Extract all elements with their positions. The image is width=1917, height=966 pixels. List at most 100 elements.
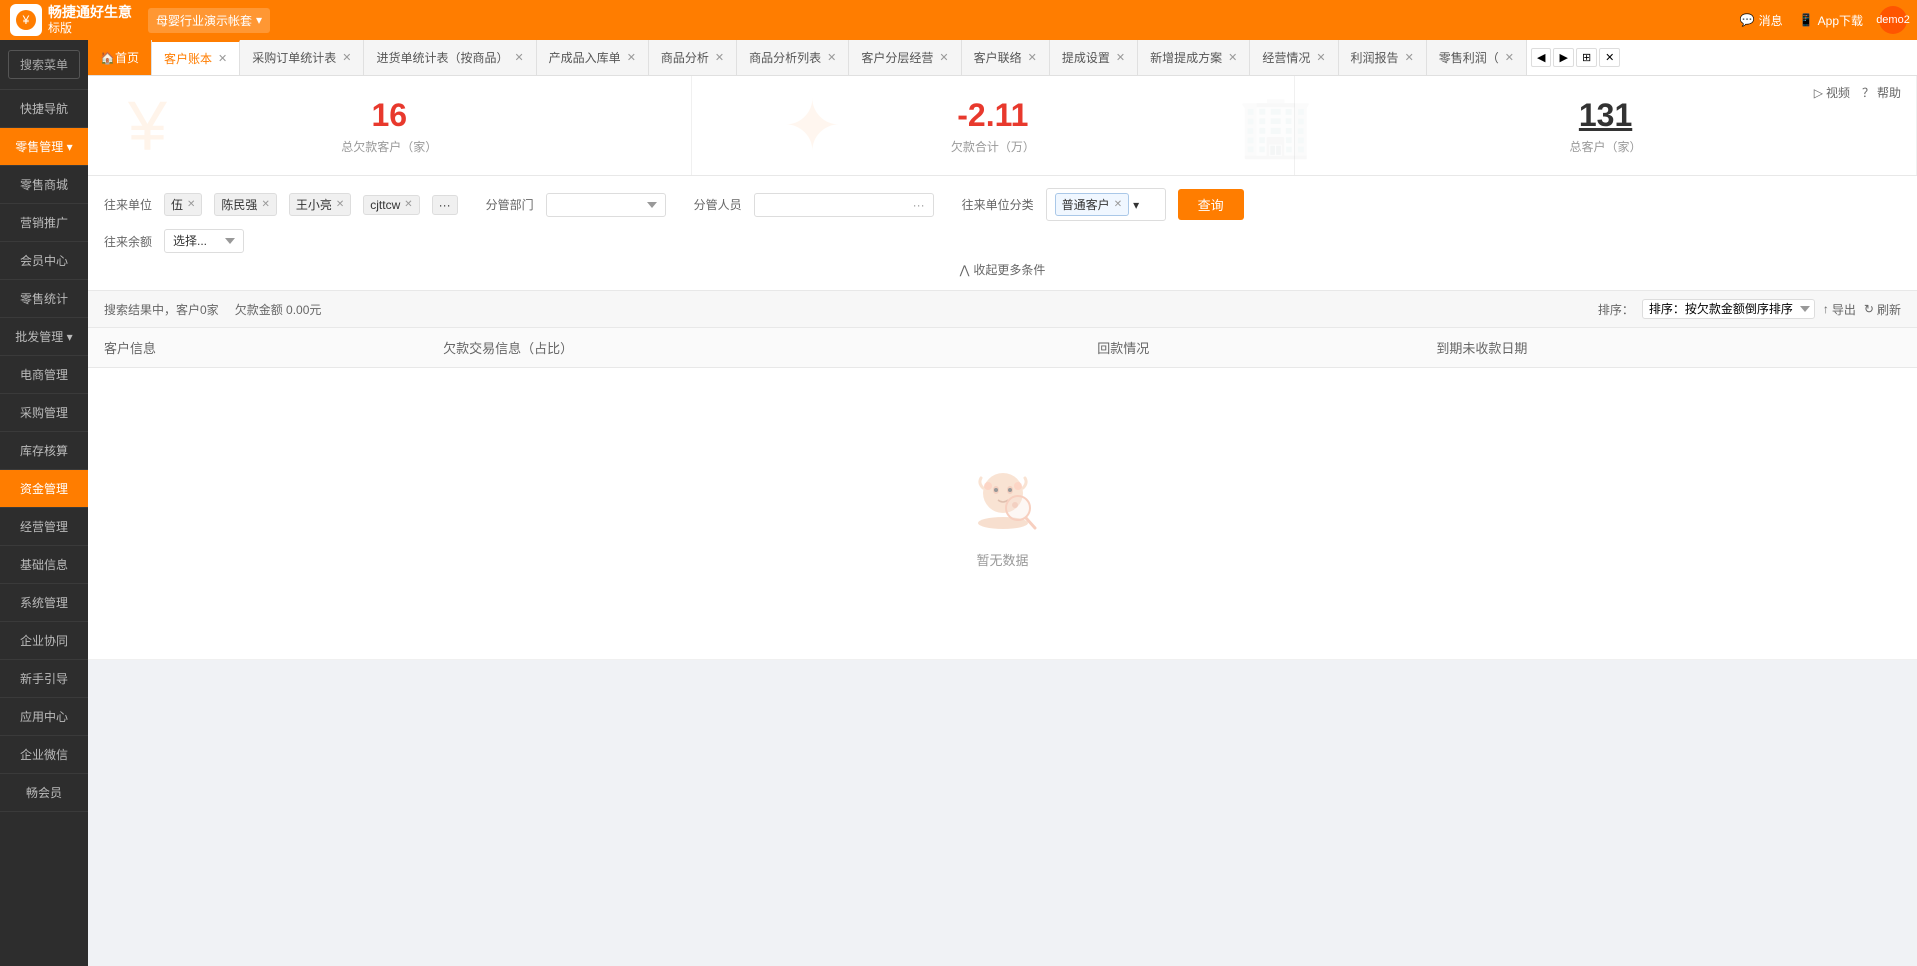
empty-text: 暂无数据 (976, 550, 1028, 569)
collapse-btn[interactable]: ⋀ 收起更多条件 (960, 261, 1046, 278)
tab-new-commission[interactable]: 新增提成方案 ✕ (1138, 40, 1250, 76)
tab-close-icon[interactable]: ✕ (827, 51, 836, 64)
tab-profit-report[interactable]: 利润报告 ✕ (1339, 40, 1427, 76)
sidebar-item-inventory[interactable]: 库存核算 (0, 432, 88, 470)
tab-expand-btn[interactable]: ⊞ (1576, 48, 1597, 67)
tab-close-icon[interactable]: ✕ (627, 51, 636, 64)
avatar[interactable]: demo2 (1879, 6, 1907, 34)
stat-debt-customers-value: 16 (371, 97, 407, 134)
tab-close-icon[interactable]: ✕ (1028, 51, 1037, 64)
stat-total-customers-value: 131 (1579, 97, 1632, 134)
sidebar-item-marketing[interactable]: 营销推广 (0, 204, 88, 242)
message-btn[interactable]: 💬 消息 (1740, 12, 1783, 29)
tag-close-wu[interactable]: ✕ (187, 199, 195, 210)
tab-close-icon[interactable]: ✕ (1505, 51, 1514, 64)
tab-customer-tier[interactable]: 客户分层经营 ✕ (849, 40, 961, 76)
sidebar: 搜索菜单 快捷导航 零售管理 ▾ 零售商城 营销推广 会员中心 零售统计 批发管… (0, 40, 88, 966)
tab-close-icon[interactable]: ✕ (218, 52, 227, 65)
person-filter-label: 分管人员 (694, 196, 742, 213)
logo-area: ¥ 畅捷通好生意 标版 (10, 3, 132, 37)
search-menu-btn[interactable]: 搜索菜单 (8, 50, 80, 79)
tab-purchase-order[interactable]: 采购订单统计表 ✕ (240, 40, 364, 76)
person-input[interactable]: ··· (754, 193, 934, 217)
sidebar-item-wholesale[interactable]: 批发管理 ▾ (0, 318, 88, 356)
tab-close-all-btn[interactable]: ✕ (1599, 48, 1620, 67)
tag-close-cjttcw[interactable]: ✕ (404, 199, 412, 210)
tab-close-icon[interactable]: ✕ (514, 51, 523, 64)
unit-type-select[interactable]: 普通客户 ✕ ▾ (1046, 188, 1166, 221)
tab-close-icon[interactable]: ✕ (1405, 51, 1414, 64)
top-bar-right: 💬 消息 📱 App下载 demo2 (1740, 6, 1907, 34)
tag-close-wang[interactable]: ✕ (336, 199, 344, 210)
balance-select[interactable]: 选择... (164, 229, 244, 253)
stat-debt-customers: 16 总欠款客户（家） (88, 76, 692, 175)
filter-tag-more[interactable]: ··· (432, 195, 458, 215)
sidebar-item-retail-mall[interactable]: 零售商城 (0, 166, 88, 204)
sidebar-item-retail[interactable]: 零售管理 ▾ (0, 128, 88, 166)
collapse-row: ⋀ 收起更多条件 (104, 261, 1901, 278)
message-icon: 💬 (1740, 13, 1755, 27)
sidebar-item-basic[interactable]: 基础信息 (0, 546, 88, 584)
tab-goods-stats[interactable]: 进货单统计表（按商品） ✕ (364, 40, 536, 76)
result-actions: 排序： 排序：按欠款金额倒序排序 ↑ 导出 ↻ 刷新 (1598, 299, 1901, 319)
tab-prev-btn[interactable]: ◀ (1531, 48, 1551, 67)
sidebar-item-quicknav[interactable]: 快捷导航 (0, 90, 88, 128)
export-btn[interactable]: ↑ 导出 (1823, 301, 1856, 318)
tab-close-icon[interactable]: ✕ (1316, 51, 1325, 64)
sidebar-item-purchase[interactable]: 采购管理 (0, 394, 88, 432)
col-debt-info: 欠款交易信息（占比） (427, 328, 1081, 368)
sidebar-item-wechat[interactable]: 企业微信 (0, 736, 88, 774)
sidebar-item-collab[interactable]: 企业协同 (0, 622, 88, 660)
tab-goods-list[interactable]: 商品分析列表 ✕ (737, 40, 849, 76)
person-input-more[interactable]: ··· (913, 198, 925, 212)
sidebar-item-apps[interactable]: 应用中心 (0, 698, 88, 736)
debt-amount-total: 欠款金额 0.00元 (235, 301, 322, 318)
sidebar-search: 搜索菜单 (0, 40, 88, 90)
tab-close-icon[interactable]: ✕ (342, 51, 351, 64)
refresh-btn[interactable]: ↻ 刷新 (1864, 301, 1901, 318)
filter-tag-wang: 王小亮 ✕ (289, 193, 351, 216)
tab-product-storage[interactable]: 产成品入库单 ✕ (537, 40, 649, 76)
tab-close-icon[interactable]: ✕ (1116, 51, 1125, 64)
sidebar-item-vip[interactable]: 畅会员 (0, 774, 88, 812)
unit-type-tag-close[interactable]: ✕ (1114, 199, 1122, 210)
tab-goods-analysis[interactable]: 商品分析 ✕ (649, 40, 737, 76)
stats-bar-help: ▷ 视频 ？ 帮助 (1814, 84, 1901, 101)
query-btn[interactable]: 查询 (1178, 189, 1244, 220)
dept-select[interactable] (546, 193, 666, 217)
tab-retail-profit[interactable]: 零售利润（ ✕ (1427, 40, 1527, 76)
sidebar-item-operations[interactable]: 经营管理 (0, 508, 88, 546)
sidebar-item-retail-stats[interactable]: 零售统计 (0, 280, 88, 318)
empty-state: 暂无数据 (104, 378, 1901, 649)
tab-next-btn[interactable]: ▶ (1553, 48, 1573, 67)
tab-close-icon[interactable]: ✕ (1228, 51, 1237, 64)
tab-commission-settings[interactable]: 提成设置 ✕ (1050, 40, 1138, 76)
account-selector[interactable]: 母婴行业演示帐套 ▾ (148, 8, 270, 33)
sidebar-item-ecommerce[interactable]: 电商管理 (0, 356, 88, 394)
mobile-icon: 📱 (1799, 13, 1814, 27)
app-download-btn[interactable]: 📱 App下载 (1799, 12, 1863, 29)
tab-customer-contact[interactable]: 客户联络 ✕ (962, 40, 1050, 76)
sidebar-item-member[interactable]: 会员中心 (0, 242, 88, 280)
sidebar-item-guide[interactable]: 新手引导 (0, 660, 88, 698)
sidebar-item-finance[interactable]: 资金管理 (0, 470, 88, 508)
video-help-btn[interactable]: ▷ 视频 (1814, 84, 1850, 101)
logo-text: 畅捷通好生意 标版 (48, 3, 132, 37)
tab-home[interactable]: 🏠 首页 (88, 40, 152, 76)
tag-close-chen[interactable]: ✕ (261, 199, 269, 210)
filter-tag-chen: 陈民强 ✕ (214, 193, 276, 216)
tab-bar: 🏠 首页 客户账本 ✕ 采购订单统计表 ✕ 进货单统计表（按商品） ✕ 产成品入… (88, 40, 1917, 76)
tab-close-icon[interactable]: ✕ (715, 51, 724, 64)
help-btn[interactable]: ？ 帮助 (1862, 84, 1901, 101)
logo-icon: ¥ (10, 4, 42, 36)
data-table: 客户信息 欠款交易信息（占比） 回款情况 到期未收款日期 (88, 328, 1917, 660)
tab-operations[interactable]: 经营情况 ✕ (1250, 40, 1338, 76)
tab-close-icon[interactable]: ✕ (939, 51, 948, 64)
sidebar-item-system[interactable]: 系统管理 (0, 584, 88, 622)
sort-select[interactable]: 排序：按欠款金额倒序排序 (1642, 299, 1815, 319)
tab-customer-ledger[interactable]: 客户账本 ✕ (152, 40, 240, 76)
table-container: 客户信息 欠款交易信息（占比） 回款情况 到期未收款日期 (88, 328, 1917, 660)
col-due-date: 到期未收款日期 (1420, 328, 1917, 368)
stat-debt-customers-label: 总欠款客户（家） (341, 138, 437, 155)
svg-text:¥: ¥ (22, 13, 30, 27)
